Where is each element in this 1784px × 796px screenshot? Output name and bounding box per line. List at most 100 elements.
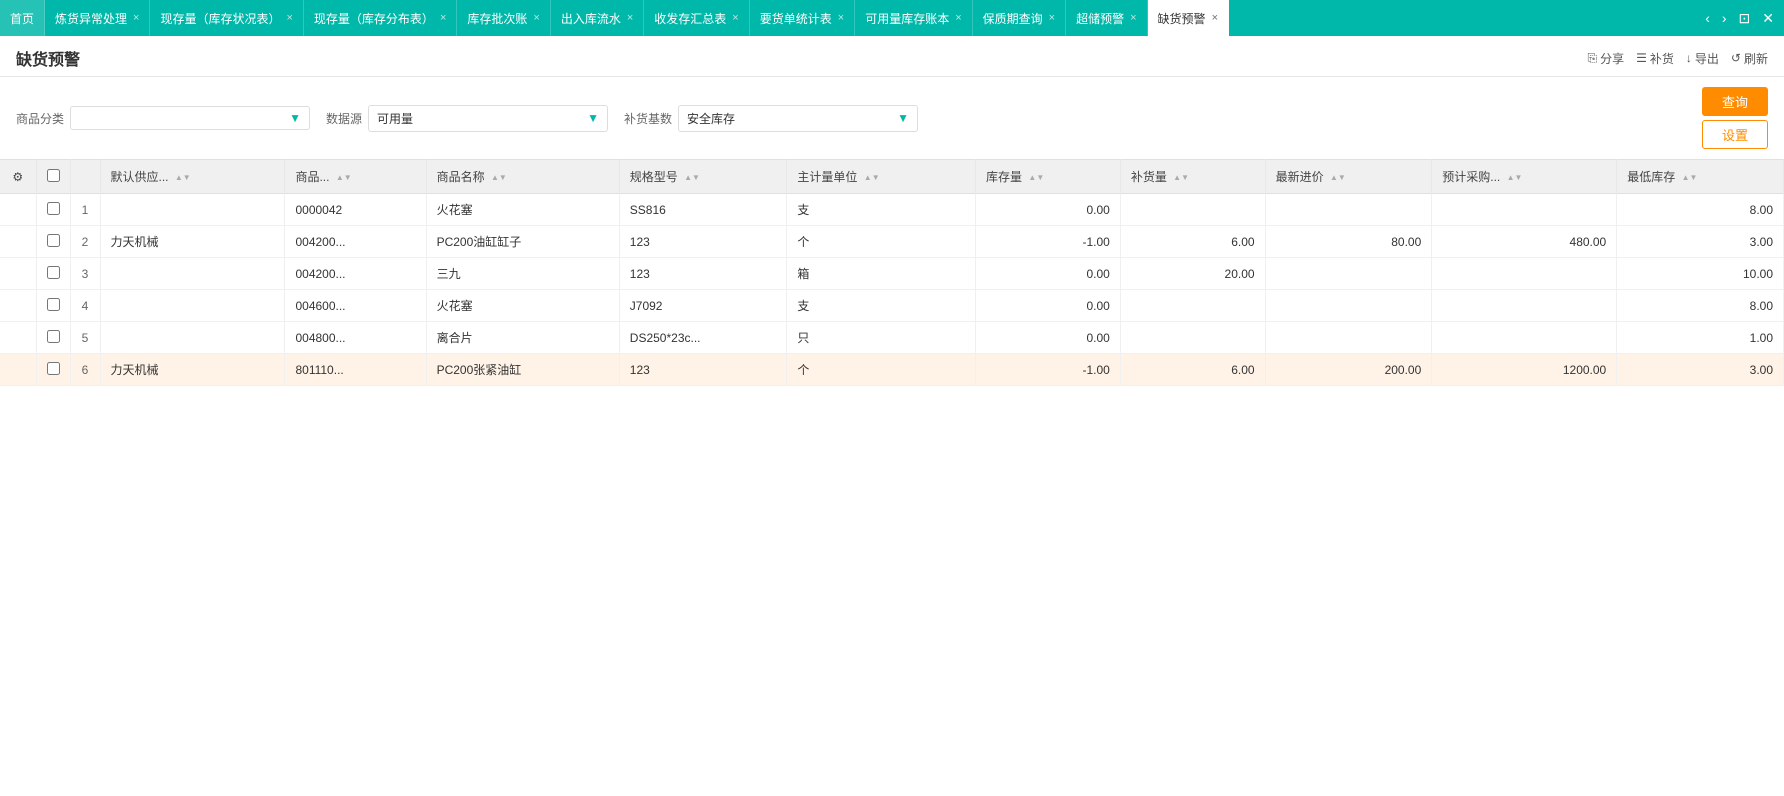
row-checkbox-cell[interactable] xyxy=(36,226,70,258)
nav-tab-5[interactable]: 出入库流水 × xyxy=(551,0,644,36)
row-supplier xyxy=(100,194,285,226)
table-header-row: ⚙ 默认供应... ▲▼ 商品... ▲▼ 商品名称 xyxy=(0,160,1784,194)
nav-tab-7[interactable]: 要货单统计表 × xyxy=(750,0,855,36)
nav-tab-11-label: 缺货预警 xyxy=(1158,10,1206,27)
replenish-button[interactable]: ☰ 补货 xyxy=(1636,50,1674,67)
nav-controls: ‹ › ⊡ ✕ xyxy=(1695,8,1784,29)
filter-row: 商品分类 ▼ 数据源 可用量 ▼ 补货基数 安全库存 ▼ 查询 设置 xyxy=(0,77,1784,159)
col-min-stock-label: 最低库存 xyxy=(1627,170,1675,184)
nav-tab-2[interactable]: 现存量（库存状况表） × xyxy=(150,0,303,36)
col-supplier[interactable]: 默认供应... ▲▼ xyxy=(100,160,285,194)
col-replenish-qty-label: 补货量 xyxy=(1131,170,1167,184)
row-number: 3 xyxy=(70,258,100,290)
col-unit[interactable]: 主计量单位 ▲▼ xyxy=(787,160,976,194)
chevron-down-icon: ▼ xyxy=(897,111,909,125)
col-est-purchase[interactable]: 预计采购... ▲▼ xyxy=(1432,160,1617,194)
row-replenish-qty: 6.00 xyxy=(1120,226,1265,258)
col-latest-price[interactable]: 最新进价 ▲▼ xyxy=(1265,160,1432,194)
close-icon[interactable]: × xyxy=(1049,12,1055,24)
nav-tab-9[interactable]: 保质期查询 × xyxy=(973,0,1066,36)
category-select[interactable]: ▼ xyxy=(70,106,310,130)
export-button[interactable]: ↓ 导出 xyxy=(1686,50,1719,67)
refresh-button[interactable]: ↺ 刷新 xyxy=(1731,50,1768,67)
settings-button[interactable]: 设置 xyxy=(1702,120,1768,149)
row-min-stock: 8.00 xyxy=(1617,290,1784,322)
data-table: ⚙ 默认供应... ▲▼ 商品... ▲▼ 商品名称 xyxy=(0,159,1784,386)
row-checkbox[interactable] xyxy=(47,330,60,343)
col-stock[interactable]: 库存量 ▲▼ xyxy=(976,160,1121,194)
row-checkbox-cell[interactable] xyxy=(36,194,70,226)
datasource-select[interactable]: 可用量 ▼ xyxy=(368,105,608,132)
share-icon: ⎘ xyxy=(1588,51,1598,66)
row-supplier xyxy=(100,258,285,290)
row-stock: 0.00 xyxy=(976,194,1121,226)
row-checkbox[interactable] xyxy=(47,202,60,215)
nav-prev-button[interactable]: ‹ xyxy=(1699,8,1716,28)
nav-next-button[interactable]: › xyxy=(1716,8,1733,28)
nav-tab-6[interactable]: 收发存汇总表 × xyxy=(644,0,749,36)
close-icon[interactable]: × xyxy=(732,12,738,24)
nav-tab-3[interactable]: 现存量（库存分布表） × xyxy=(304,0,457,36)
replenish-select[interactable]: 安全库存 ▼ xyxy=(678,105,918,132)
row-replenish-qty: 6.00 xyxy=(1120,354,1265,386)
nav-close-button[interactable]: ✕ xyxy=(1756,8,1780,29)
nav-tab-home[interactable]: 首页 xyxy=(0,0,45,36)
nav-window-button[interactable]: ⊡ xyxy=(1733,8,1757,29)
nav-tab-11[interactable]: 缺货预警 × xyxy=(1148,0,1229,36)
row-unit: 个 xyxy=(787,354,976,386)
nav-tab-4[interactable]: 库存批次账 × xyxy=(457,0,550,36)
close-icon[interactable]: × xyxy=(533,12,539,24)
row-checkbox-cell[interactable] xyxy=(36,290,70,322)
row-latest-price xyxy=(1265,258,1432,290)
row-checkbox[interactable] xyxy=(47,298,60,311)
col-replenish-qty[interactable]: 补货量 ▲▼ xyxy=(1120,160,1265,194)
export-icon: ↓ xyxy=(1686,51,1692,65)
col-product-name-label: 商品名称 xyxy=(437,170,485,184)
row-checkbox[interactable] xyxy=(47,362,60,375)
row-product-code: 801110... xyxy=(285,354,426,386)
nav-tab-1-label: 炼货异常处理 xyxy=(55,10,127,27)
row-latest-price xyxy=(1265,322,1432,354)
row-min-stock: 1.00 xyxy=(1617,322,1784,354)
col-spec[interactable]: 规格型号 ▲▼ xyxy=(619,160,787,194)
table-row: 1 0000042 火花塞 SS816 支 0.00 8.00 xyxy=(0,194,1784,226)
row-checkbox[interactable] xyxy=(47,266,60,279)
col-product-code[interactable]: 商品... ▲▼ xyxy=(285,160,426,194)
row-min-stock: 3.00 xyxy=(1617,226,1784,258)
row-supplier: 力天机械 xyxy=(100,226,285,258)
col-checkbox[interactable] xyxy=(36,160,70,194)
datasource-filter-group: 数据源 可用量 ▼ xyxy=(326,105,608,132)
close-icon[interactable]: × xyxy=(440,12,446,24)
table-row: 6 力天机械 801110... PC200张紧油缸 123 个 -1.00 6… xyxy=(0,354,1784,386)
nav-tab-3-label: 现存量（库存分布表） xyxy=(314,10,434,27)
row-checkbox-cell[interactable] xyxy=(36,354,70,386)
row-replenish-qty xyxy=(1120,194,1265,226)
close-icon[interactable]: × xyxy=(838,12,844,24)
row-settings-cell xyxy=(0,322,36,354)
table-body: 1 0000042 火花塞 SS816 支 0.00 8.00 2 力天机械 0… xyxy=(0,194,1784,386)
row-checkbox-cell[interactable] xyxy=(36,258,70,290)
select-all-checkbox[interactable] xyxy=(47,169,60,182)
nav-tab-10[interactable]: 超储预警 × xyxy=(1066,0,1147,36)
close-icon[interactable]: × xyxy=(1212,12,1218,24)
row-supplier xyxy=(100,322,285,354)
share-button[interactable]: ⎘ 分享 xyxy=(1588,50,1625,67)
close-icon[interactable]: × xyxy=(627,12,633,24)
row-spec: 123 xyxy=(619,354,787,386)
col-product-name[interactable]: 商品名称 ▲▼ xyxy=(426,160,619,194)
row-checkbox[interactable] xyxy=(47,234,60,247)
sort-icon: ▲▼ xyxy=(864,174,880,182)
row-unit: 个 xyxy=(787,226,976,258)
row-settings-cell xyxy=(0,226,36,258)
close-icon[interactable]: × xyxy=(286,12,292,24)
row-spec: 123 xyxy=(619,258,787,290)
col-settings[interactable]: ⚙ xyxy=(0,160,36,194)
close-icon[interactable]: × xyxy=(955,12,961,24)
nav-tab-8[interactable]: 可用量库存账本 × xyxy=(855,0,972,36)
row-checkbox-cell[interactable] xyxy=(36,322,70,354)
nav-tab-1[interactable]: 炼货异常处理 × xyxy=(45,0,150,36)
col-min-stock[interactable]: 最低库存 ▲▼ xyxy=(1617,160,1784,194)
close-icon[interactable]: × xyxy=(133,12,139,24)
close-icon[interactable]: × xyxy=(1130,12,1136,24)
query-button[interactable]: 查询 xyxy=(1702,87,1768,116)
